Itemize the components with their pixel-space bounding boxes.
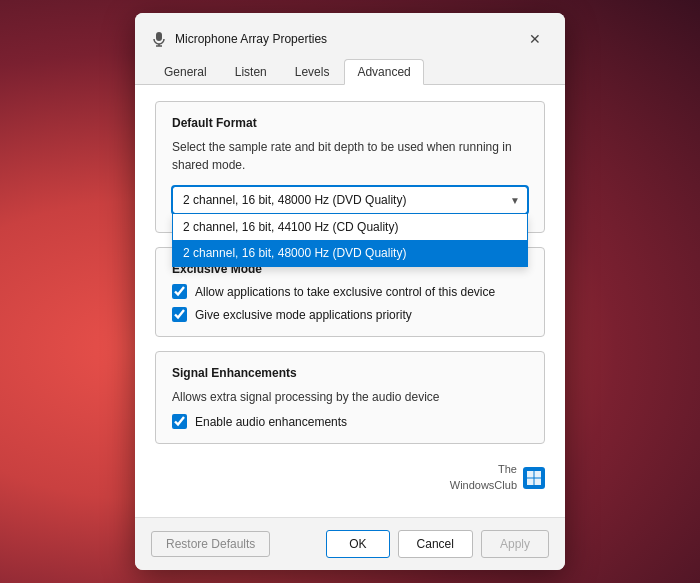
- allow-exclusive-checkbox[interactable]: [172, 284, 187, 299]
- enable-enhancements-label: Enable audio enhancements: [195, 415, 347, 429]
- sample-rate-dropdown-wrapper: 2 channel, 16 bit, 44100 Hz (CD Quality)…: [172, 186, 528, 214]
- close-button[interactable]: ✕: [521, 25, 549, 53]
- footer-buttons: OK Cancel Apply: [326, 530, 549, 558]
- allow-exclusive-row: Allow applications to take exclusive con…: [172, 284, 528, 299]
- dropdown-open-list: 2 channel, 16 bit, 44100 Hz (CD Quality)…: [172, 214, 528, 267]
- restore-defaults-button[interactable]: Restore Defaults: [151, 531, 270, 557]
- tab-advanced[interactable]: Advanced: [344, 59, 423, 85]
- ok-button[interactable]: OK: [326, 530, 389, 558]
- allow-exclusive-label: Allow applications to take exclusive con…: [195, 285, 495, 299]
- svg-rect-3: [527, 471, 534, 478]
- sample-rate-dropdown[interactable]: 2 channel, 16 bit, 44100 Hz (CD Quality)…: [172, 186, 528, 214]
- dialog-title: Microphone Array Properties: [175, 32, 521, 46]
- tab-listen[interactable]: Listen: [222, 59, 280, 84]
- title-bar: Microphone Array Properties ✕: [135, 13, 565, 53]
- default-format-description: Select the sample rate and bit depth to …: [172, 138, 528, 174]
- tab-levels[interactable]: Levels: [282, 59, 343, 84]
- give-priority-label: Give exclusive mode applications priorit…: [195, 308, 412, 322]
- signal-enhancements-description: Allows extra signal processing by the au…: [172, 388, 528, 406]
- watermark-area: The WindowsClub: [155, 458, 545, 501]
- tab-general[interactable]: General: [151, 59, 220, 84]
- svg-rect-6: [535, 478, 542, 485]
- tab-bar: General Listen Levels Advanced: [135, 53, 565, 85]
- default-format-title: Default Format: [172, 116, 528, 130]
- dropdown-option-cd[interactable]: 2 channel, 16 bit, 44100 Hz (CD Quality): [173, 214, 527, 240]
- dialog-footer: Restore Defaults OK Cancel Apply: [135, 517, 565, 570]
- give-priority-checkbox[interactable]: [172, 307, 187, 322]
- tab-content: Default Format Select the sample rate an…: [135, 85, 565, 517]
- svg-rect-5: [527, 478, 534, 485]
- enable-enhancements-row: Enable audio enhancements: [172, 414, 528, 429]
- apply-button[interactable]: Apply: [481, 530, 549, 558]
- signal-enhancements-title: Signal Enhancements: [172, 366, 528, 380]
- default-format-section: Default Format Select the sample rate an…: [155, 101, 545, 233]
- svg-rect-4: [535, 471, 542, 478]
- microphone-icon: [151, 31, 167, 47]
- watermark-text: The WindowsClub: [450, 462, 517, 493]
- signal-enhancements-section: Signal Enhancements Allows extra signal …: [155, 351, 545, 444]
- svg-rect-0: [156, 32, 162, 41]
- windows-icon: [523, 467, 545, 489]
- cancel-button[interactable]: Cancel: [398, 530, 473, 558]
- dropdown-option-dvd[interactable]: 2 channel, 16 bit, 48000 Hz (DVD Quality…: [173, 240, 527, 266]
- dialog-window: Microphone Array Properties ✕ General Li…: [135, 13, 565, 570]
- enable-enhancements-checkbox[interactable]: [172, 414, 187, 429]
- give-priority-row: Give exclusive mode applications priorit…: [172, 307, 528, 322]
